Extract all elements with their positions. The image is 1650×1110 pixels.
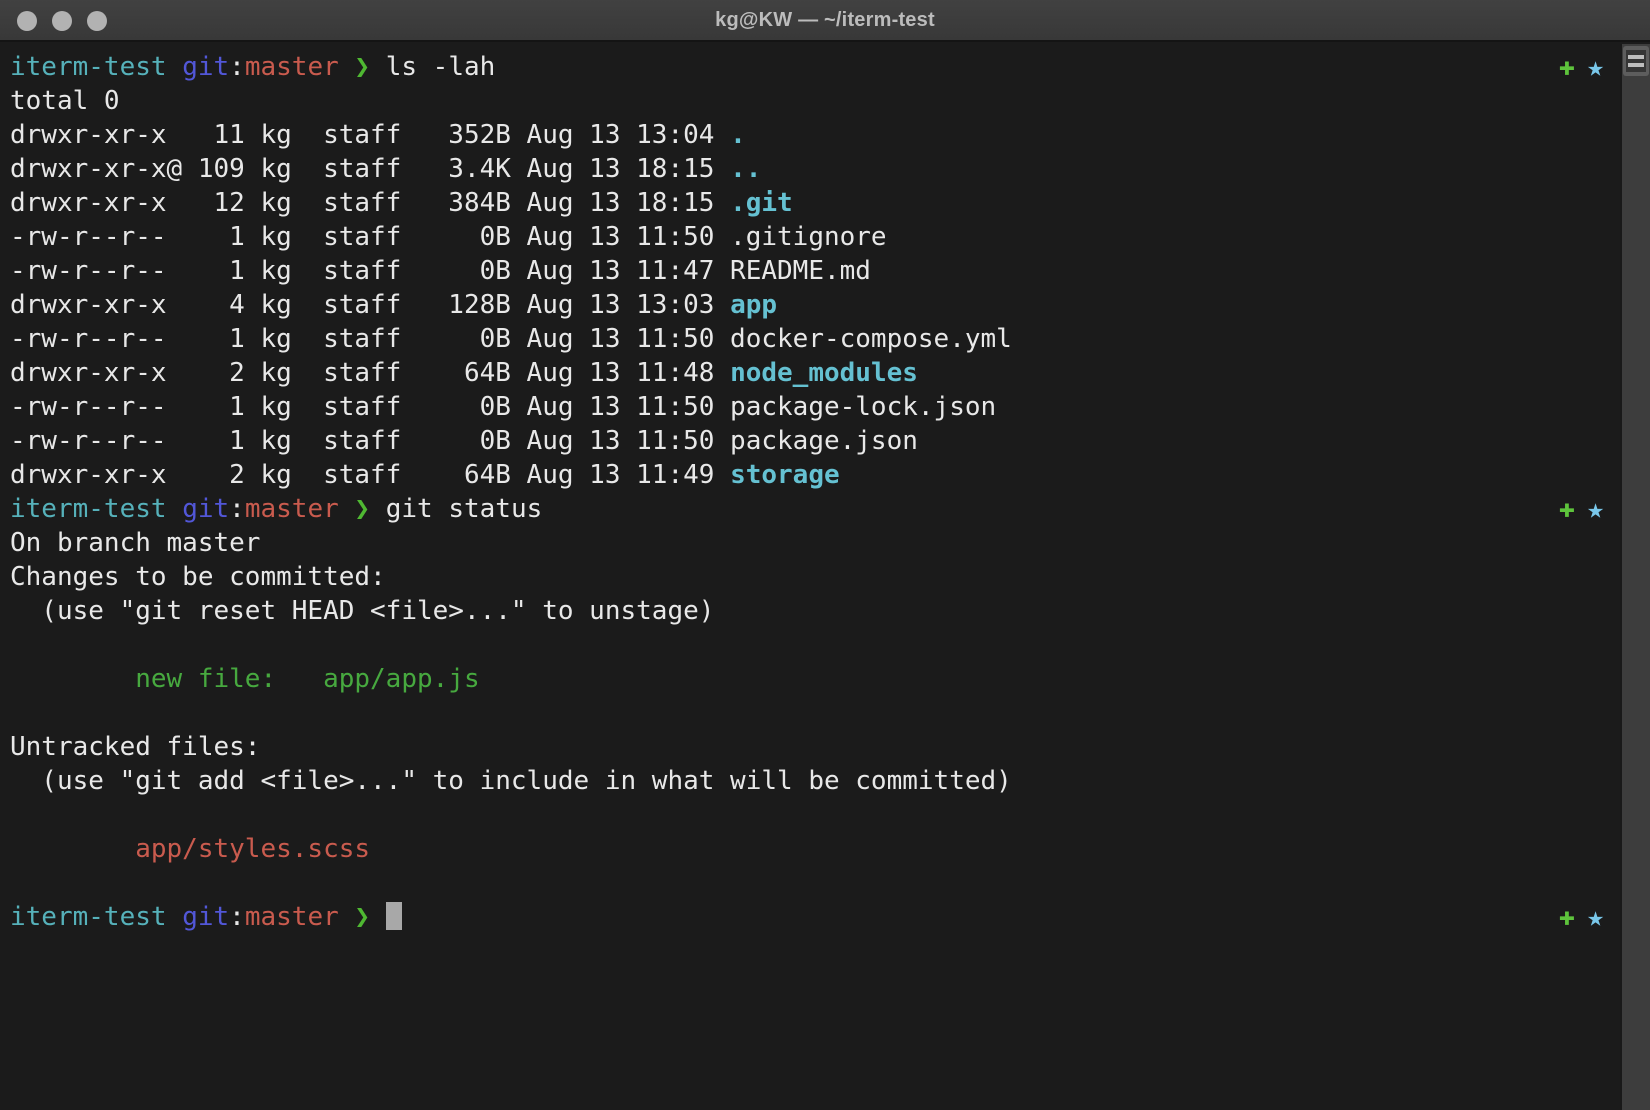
terminal-line	[10, 696, 1620, 730]
terminal-text: -rw-r--r-- 1 kg staff 0B Aug 13 11:50 do…	[10, 324, 1012, 354]
window-controls	[17, 11, 107, 31]
star-mark-icon: ★	[1587, 50, 1604, 84]
terminal-text	[339, 494, 355, 524]
terminal-line: -rw-r--r-- 1 kg staff 0B Aug 13 11:50 pa…	[10, 424, 1620, 458]
terminal-text: total 0	[10, 86, 120, 116]
terminal-text: drwxr-xr-x 4 kg staff 128B Aug 13 13:03	[10, 290, 730, 320]
prompt-git-label: git	[182, 494, 229, 524]
terminal-line	[10, 798, 1620, 832]
terminal-line: iterm-test git:master ❯ git status✚★	[10, 492, 1620, 526]
plus-mark-icon: ✚	[1559, 50, 1575, 84]
terminal-text: -rw-r--r-- 1 kg staff 0B Aug 13 11:47 RE…	[10, 256, 871, 286]
terminal-text: drwxr-xr-x@ 109 kg staff 3.4K Aug 13 18:…	[10, 154, 730, 184]
prompt-dir: iterm-test	[10, 52, 167, 82]
terminal-line: -rw-r--r-- 1 kg staff 0B Aug 13 11:50 pa…	[10, 390, 1620, 424]
prompt-branch: master	[245, 52, 339, 82]
terminal-line: -rw-r--r-- 1 kg staff 0B Aug 13 11:50 .g…	[10, 220, 1620, 254]
terminal-line: -rw-r--r-- 1 kg staff 0B Aug 13 11:50 do…	[10, 322, 1620, 356]
terminal-text: drwxr-xr-x 11 kg staff 352B Aug 13 13:04	[10, 120, 730, 150]
terminal-line: drwxr-xr-x 11 kg staff 352B Aug 13 13:04…	[10, 118, 1620, 152]
terminal-line: drwxr-xr-x 4 kg staff 128B Aug 13 13:03 …	[10, 288, 1620, 322]
terminal-line: app/styles.scss	[10, 832, 1620, 866]
terminal-line: iterm-test git:master ❯ ✚★	[10, 900, 1620, 934]
terminal-line: total 0	[10, 84, 1620, 118]
terminal-text	[167, 902, 183, 932]
terminal-text: (use "git add <file>..." to include in w…	[10, 766, 1012, 796]
terminal-line: drwxr-xr-x@ 109 kg staff 3.4K Aug 13 18:…	[10, 152, 1620, 186]
prompt-arrow: ❯	[354, 52, 370, 82]
terminal-output[interactable]: iterm-test git:master ❯ ls -lah✚★total 0…	[0, 44, 1620, 1110]
prompt-branch: master	[245, 494, 339, 524]
terminal-text: -rw-r--r-- 1 kg staff 0B Aug 13 11:50 pa…	[10, 426, 918, 456]
terminal-text: .	[730, 120, 746, 150]
terminal-text: storage	[730, 460, 840, 490]
terminal-text: app	[730, 290, 777, 320]
terminal-text: .git	[730, 188, 793, 218]
prompt-git-label: git	[182, 52, 229, 82]
terminal-text: drwxr-xr-x 2 kg staff 64B Aug 13 11:48	[10, 358, 730, 388]
terminal-text	[339, 52, 355, 82]
star-mark-icon: ★	[1587, 492, 1604, 526]
terminal-line: (use "git reset HEAD <file>..." to unsta…	[10, 594, 1620, 628]
terminal-line: drwxr-xr-x 12 kg staff 384B Aug 13 18:15…	[10, 186, 1620, 220]
hamburger-menu-icon	[1626, 50, 1646, 72]
command-text: git status	[370, 494, 542, 524]
terminal-text: Changes to be committed:	[10, 562, 386, 592]
window-title: kg@KW — ~/iterm-test	[715, 9, 935, 32]
terminal-line	[10, 866, 1620, 900]
title-bar[interactable]: kg@KW — ~/iterm-test	[0, 0, 1650, 42]
scrollbar-top-button[interactable]	[1623, 46, 1649, 76]
terminal-text: -rw-r--r-- 1 kg staff 0B Aug 13 11:50 pa…	[10, 392, 996, 422]
terminal-text: (use "git reset HEAD <file>..." to unsta…	[10, 596, 714, 626]
terminal-line	[10, 628, 1620, 662]
terminal-line: new file: app/app.js	[10, 662, 1620, 696]
prompt-marks: ✚★	[1559, 492, 1604, 526]
terminal-line: -rw-r--r-- 1 kg staff 0B Aug 13 11:47 RE…	[10, 254, 1620, 288]
plus-mark-icon: ✚	[1559, 900, 1575, 934]
terminal-line: Changes to be committed:	[10, 560, 1620, 594]
terminal-text	[167, 52, 183, 82]
prompt-dir: iterm-test	[10, 494, 167, 524]
terminal-line: Untracked files:	[10, 730, 1620, 764]
star-mark-icon: ★	[1587, 900, 1604, 934]
prompt-git-label: git	[182, 902, 229, 932]
terminal-text: node_modules	[730, 358, 918, 388]
prompt-arrow: ❯	[354, 902, 370, 932]
terminal-text: :	[229, 902, 245, 932]
terminal-text	[167, 494, 183, 524]
terminal-text	[339, 902, 355, 932]
terminal-text	[370, 902, 386, 932]
prompt-arrow: ❯	[354, 494, 370, 524]
terminal-text: :	[229, 494, 245, 524]
scrollbar-track[interactable]	[1620, 44, 1650, 1110]
terminal-text: drwxr-xr-x 12 kg staff 384B Aug 13 18:15	[10, 188, 730, 218]
iterm-window: kg@KW — ~/iterm-test iterm-test git:mast…	[0, 0, 1650, 1110]
terminal-text: :	[229, 52, 245, 82]
prompt-marks: ✚★	[1559, 900, 1604, 934]
zoom-button[interactable]	[87, 11, 107, 31]
minimize-button[interactable]	[52, 11, 72, 31]
terminal-line: drwxr-xr-x 2 kg staff 64B Aug 13 11:48 n…	[10, 356, 1620, 390]
terminal-text: On branch master	[10, 528, 260, 558]
prompt-marks: ✚★	[1559, 50, 1604, 84]
terminal-line: On branch master	[10, 526, 1620, 560]
staged-file: new file: app/app.js	[10, 664, 480, 694]
terminal-text: Untracked files:	[10, 732, 260, 762]
terminal-text: drwxr-xr-x 2 kg staff 64B Aug 13 11:49	[10, 460, 730, 490]
untracked-file: app/styles.scss	[10, 834, 370, 864]
prompt-branch: master	[245, 902, 339, 932]
terminal-line: (use "git add <file>..." to include in w…	[10, 764, 1620, 798]
plus-mark-icon: ✚	[1559, 492, 1575, 526]
terminal-line: drwxr-xr-x 2 kg staff 64B Aug 13 11:49 s…	[10, 458, 1620, 492]
prompt-dir: iterm-test	[10, 902, 167, 932]
command-text: ls -lah	[370, 52, 495, 82]
terminal-cursor	[386, 902, 402, 930]
terminal-text: -rw-r--r-- 1 kg staff 0B Aug 13 11:50 .g…	[10, 222, 887, 252]
terminal-text: ..	[730, 154, 761, 184]
close-button[interactable]	[17, 11, 37, 31]
terminal-line: iterm-test git:master ❯ ls -lah✚★	[10, 50, 1620, 84]
